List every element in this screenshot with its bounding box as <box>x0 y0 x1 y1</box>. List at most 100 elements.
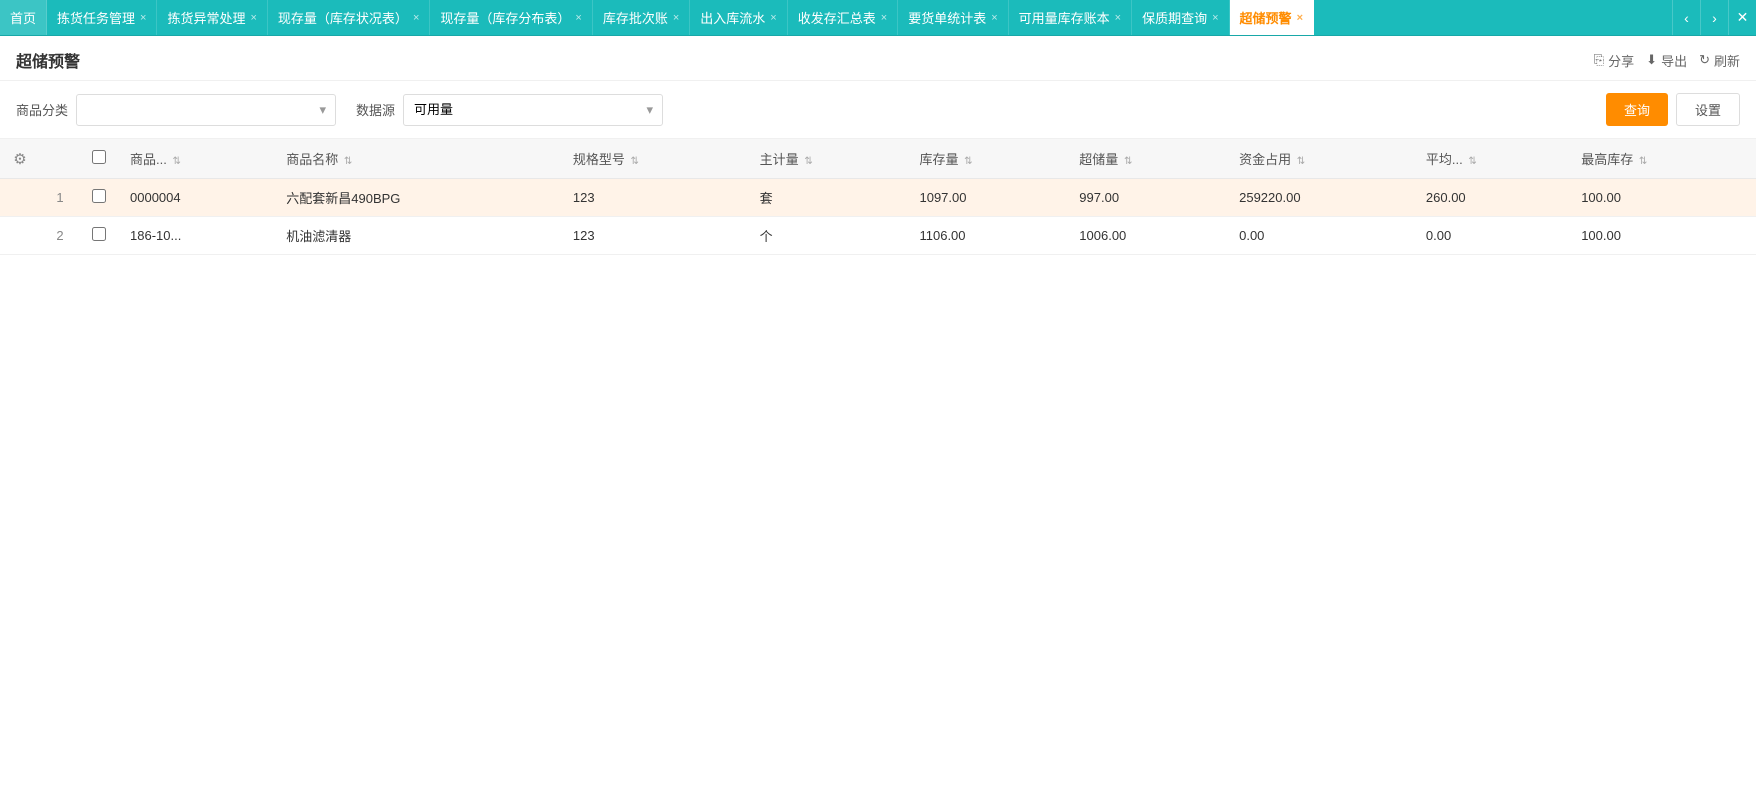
cell-avg-0: 260.00 <box>1414 179 1569 217</box>
nav-item-home[interactable]: 首页 <box>0 0 47 35</box>
cell-checkbox-0[interactable] <box>80 179 118 217</box>
nav-label-inventory-dist: 现存量（库存分布表） <box>440 8 570 27</box>
product-category-select-wrapper <box>76 94 336 126</box>
page-header: 超储预警 ⎘ 分享 ⬇ 导出 ↻ 刷新 <box>0 36 1756 81</box>
nav-close-shelf-life[interactable]: × <box>1212 12 1218 24</box>
col-header-avg[interactable]: 平均... ⇅ <box>1414 139 1569 179</box>
row-checkbox-1[interactable] <box>92 227 106 241</box>
nav-item-collect-summary[interactable]: 收发存汇总表 × <box>788 0 898 35</box>
col-header-checkbox[interactable] <box>80 139 118 179</box>
nav-close-in-out-flow[interactable]: × <box>770 12 776 24</box>
nav-close-available-ledger[interactable]: × <box>1115 12 1121 24</box>
select-all-checkbox[interactable] <box>92 150 106 164</box>
col-header-capital-occupied-label: 资金占用 <box>1239 152 1291 167</box>
product-category-select[interactable] <box>76 94 336 126</box>
nav-label-inventory-status: 现存量（库存状况表） <box>278 8 408 27</box>
data-source-select[interactable]: 可用量 <box>403 94 663 126</box>
nav-item-shelf-life[interactable]: 保质期查询 × <box>1132 0 1229 35</box>
data-source-select-wrapper: 可用量 <box>403 94 663 126</box>
col-header-overstock[interactable]: 超储量 ⇅ <box>1067 139 1227 179</box>
col-header-product-code[interactable]: 商品... ⇅ <box>118 139 274 179</box>
nav-item-inventory-dist[interactable]: 现存量（库存分布表） × <box>430 0 592 35</box>
sort-icon-product-name: ⇅ <box>344 156 352 167</box>
export-button[interactable]: ⬇ 导出 <box>1646 51 1687 70</box>
col-header-max-inventory-label: 最高库存 <box>1581 152 1633 167</box>
col-header-spec[interactable]: 规格型号 ⇅ <box>561 139 748 179</box>
nav-item-order-stats[interactable]: 要货单统计表 × <box>898 0 1008 35</box>
nav-arrow-left[interactable]: ‹ <box>1672 0 1700 35</box>
nav-arrows: ‹ › ✕ <box>1672 0 1756 35</box>
col-header-seq <box>40 139 80 179</box>
col-header-product-name-label: 商品名称 <box>286 152 338 167</box>
nav-item-inventory-status[interactable]: 现存量（库存状况表） × <box>268 0 430 35</box>
settings-icon[interactable]: ⚙ <box>13 150 26 168</box>
data-source-label: 数据源 <box>356 100 395 119</box>
nav-arrow-close[interactable]: ✕ <box>1728 0 1756 35</box>
cell-seq-1: 2 <box>40 217 80 255</box>
col-header-capital-occupied[interactable]: 资金占用 ⇅ <box>1227 139 1414 179</box>
col-header-inventory[interactable]: 库存量 ⇅ <box>907 139 1067 179</box>
cell-checkbox-1[interactable] <box>80 217 118 255</box>
cell-settings-0 <box>0 179 40 217</box>
nav-item-in-out-flow[interactable]: 出入库流水 × <box>690 0 787 35</box>
settings-button[interactable]: 设置 <box>1676 93 1740 126</box>
nav-label-order-stats: 要货单统计表 <box>908 8 986 27</box>
table-row: 1 0000004 六配套新昌490BPG 123 套 1097.00 997.… <box>0 179 1756 217</box>
nav-item-task-mgmt[interactable]: 拣货任务管理 × <box>47 0 157 35</box>
col-header-max-inventory[interactable]: 最高库存 ⇅ <box>1569 139 1756 179</box>
cell-seq-0: 1 <box>40 179 80 217</box>
cell-spec-0: 123 <box>561 179 748 217</box>
nav-close-overstock-alert[interactable]: × <box>1297 12 1303 24</box>
nav-close-order-stats[interactable]: × <box>991 12 997 24</box>
query-button[interactable]: 查询 <box>1606 93 1668 126</box>
cell-product-code-1: 186-10... <box>118 217 274 255</box>
cell-settings-1 <box>0 217 40 255</box>
sort-icon-product-code: ⇅ <box>172 156 180 167</box>
product-category-label: 商品分类 <box>16 100 68 119</box>
refresh-icon: ↻ <box>1699 52 1710 68</box>
refresh-label: 刷新 <box>1714 51 1740 70</box>
share-button[interactable]: ⎘ 分享 <box>1594 51 1634 70</box>
col-header-settings[interactable]: ⚙ <box>0 139 40 179</box>
nav-close-inventory-dist[interactable]: × <box>575 12 581 24</box>
sort-icon-overstock: ⇅ <box>1124 156 1132 167</box>
nav-label-collect-summary: 收发存汇总表 <box>798 8 876 27</box>
col-header-unit[interactable]: 主计量 ⇅ <box>748 139 908 179</box>
col-header-product-code-label: 商品... <box>130 152 167 167</box>
nav-item-abnormal[interactable]: 拣货异常处理 × <box>157 0 267 35</box>
nav-close-collect-summary[interactable]: × <box>881 12 887 24</box>
table-wrapper: ⚙ 商品... ⇅ 商品名称 ⇅ 规格型号 <box>0 139 1756 255</box>
cell-max-inventory-1: 100.00 <box>1569 217 1756 255</box>
nav-close-inventory-status[interactable]: × <box>413 12 419 24</box>
nav-item-available-ledger[interactable]: 可用量库存账本 × <box>1009 0 1132 35</box>
export-label: 导出 <box>1661 51 1687 70</box>
page-title: 超储预警 <box>16 48 80 72</box>
share-label: 分享 <box>1608 51 1634 70</box>
cell-spec-1: 123 <box>561 217 748 255</box>
nav-close-inventory-batch[interactable]: × <box>673 12 679 24</box>
filter-area: 商品分类 数据源 可用量 查询 设置 <box>0 81 1756 139</box>
nav-item-inventory-batch[interactable]: 库存批次账 × <box>593 0 690 35</box>
nav-close-task-mgmt[interactable]: × <box>140 12 146 24</box>
cell-capital-occupied-0: 259220.00 <box>1227 179 1414 217</box>
filter-actions: 查询 设置 <box>1606 93 1740 126</box>
refresh-button[interactable]: ↻ 刷新 <box>1699 51 1740 70</box>
cell-unit-0: 套 <box>748 179 908 217</box>
row-checkbox-0[interactable] <box>92 189 106 203</box>
nav-close-abnormal[interactable]: × <box>250 12 256 24</box>
nav-arrow-right[interactable]: › <box>1700 0 1728 35</box>
nav-label-available-ledger: 可用量库存账本 <box>1019 8 1110 27</box>
nav-label-task-mgmt: 拣货任务管理 <box>57 8 135 27</box>
col-header-product-name[interactable]: 商品名称 ⇅ <box>274 139 561 179</box>
sort-icon-avg: ⇅ <box>1468 156 1476 167</box>
cell-product-name-0: 六配套新昌490BPG <box>274 179 561 217</box>
nav-item-overstock-alert[interactable]: 超储预警 × <box>1230 0 1314 35</box>
sort-icon-capital-occupied: ⇅ <box>1297 156 1305 167</box>
top-nav: 首页 拣货任务管理 × 拣货异常处理 × 现存量（库存状况表） × 现存量（库存… <box>0 0 1756 36</box>
table-row: 2 186-10... 机油滤清器 123 个 1106.00 1006.00 … <box>0 217 1756 255</box>
header-actions: ⎘ 分享 ⬇ 导出 ↻ 刷新 <box>1594 51 1740 70</box>
cell-overstock-1: 1006.00 <box>1067 217 1227 255</box>
col-header-unit-label: 主计量 <box>760 152 799 167</box>
nav-label-in-out-flow: 出入库流水 <box>700 8 765 27</box>
col-header-overstock-label: 超储量 <box>1079 152 1118 167</box>
